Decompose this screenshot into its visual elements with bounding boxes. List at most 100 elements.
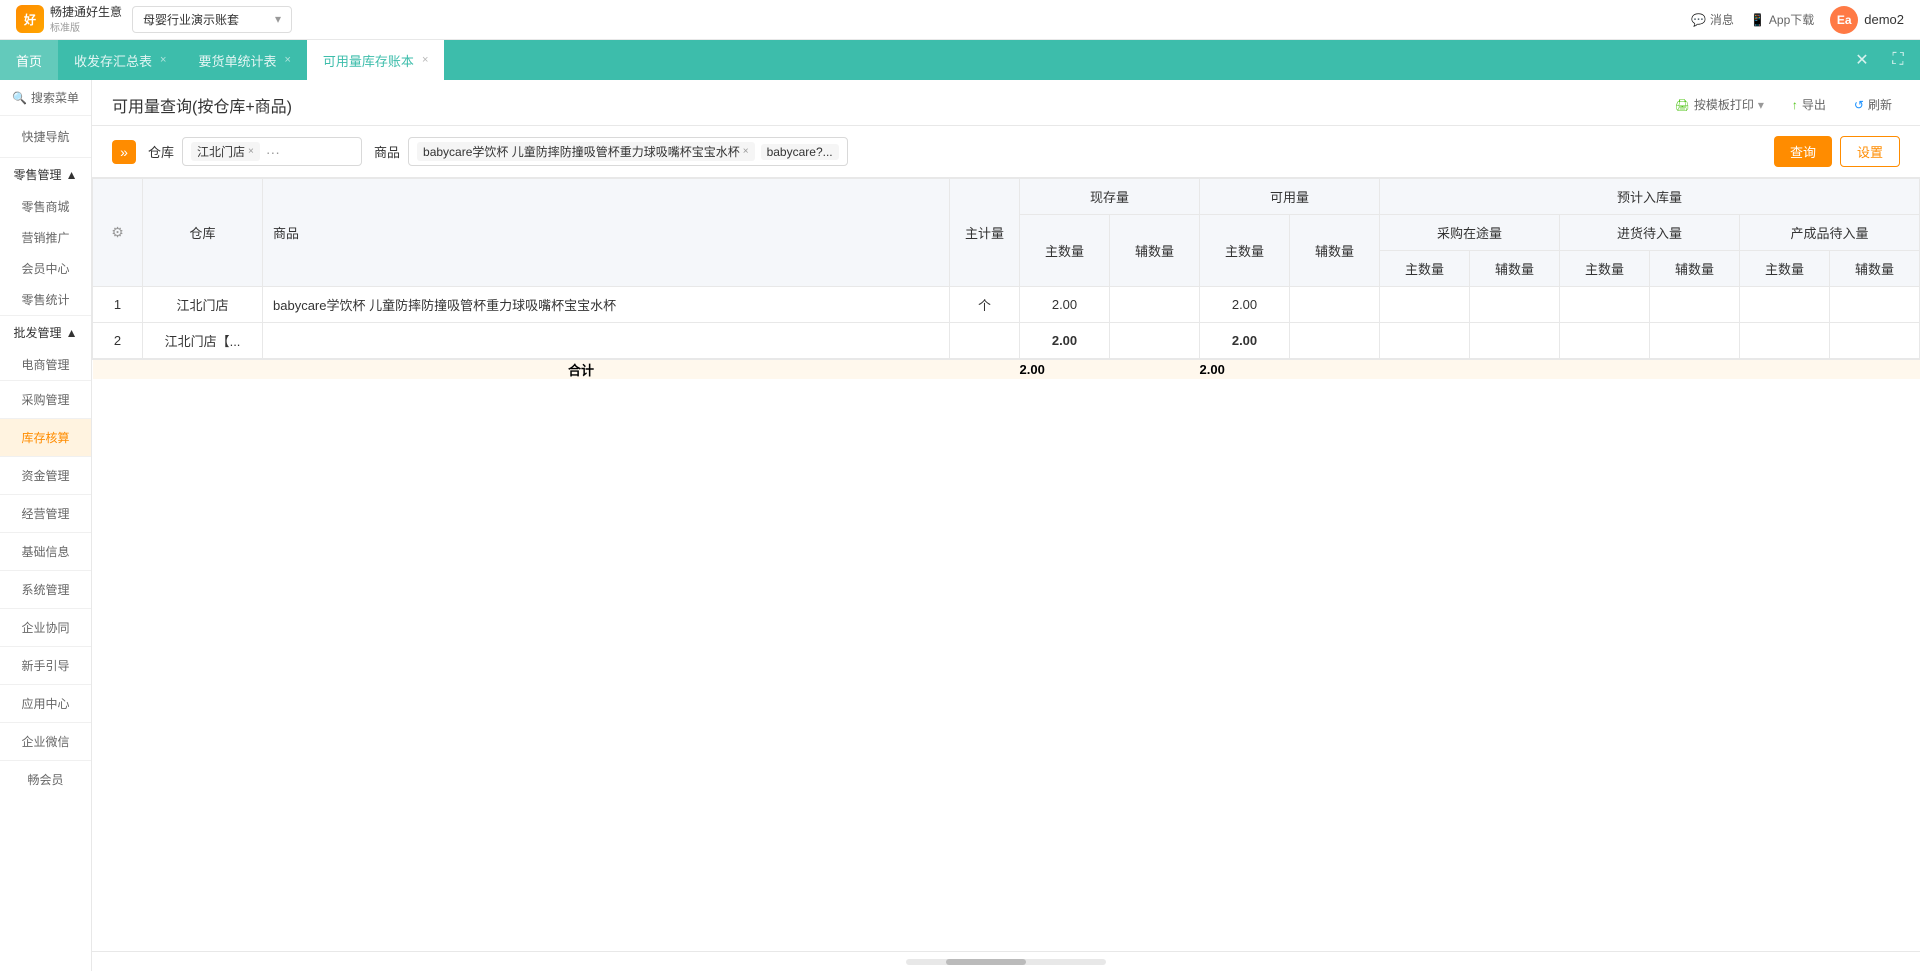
tenant-name: 母婴行业演示账套 xyxy=(143,11,239,28)
product-tag-1-label: babycare学饮杯 儿童防摔防撞吸管杯重力球吸嘴杯宝宝水杯 xyxy=(423,143,740,160)
row2-finished-main xyxy=(1740,323,1830,360)
table-row: 1 江北门店 babycare学饮杯 儿童防摔防撞吸管杯重力球吸嘴杯宝宝水杯 个… xyxy=(93,287,1920,323)
sidebar-item-member[interactable]: 畅会员 xyxy=(0,761,91,798)
tab-orders[interactable]: 要货单统计表 × xyxy=(182,40,306,80)
row1-warehouse: 江北门店 xyxy=(143,287,263,323)
warehouse-filter[interactable]: 江北门店 × ··· xyxy=(182,137,362,166)
sidebar-item-quick-nav[interactable]: 快捷导航 xyxy=(0,120,91,153)
row2-finished-aux xyxy=(1830,323,1920,360)
th-finished-aux: 辅数量 xyxy=(1830,251,1920,287)
product-tag-1-close[interactable]: × xyxy=(743,146,749,157)
row1-unit: 个 xyxy=(950,287,1020,323)
summary-p-aux xyxy=(1470,359,1560,379)
sidebar-item-ecommerce[interactable]: 电商管理 xyxy=(0,349,91,380)
sidebar-item-system[interactable]: 系统管理 xyxy=(0,571,91,609)
logo-text-block: 畅捷通好生意 标准版 xyxy=(50,5,122,34)
sidebar-item-stock[interactable]: 库存核算 xyxy=(0,419,91,457)
filter-expand-btn[interactable]: » xyxy=(112,140,136,164)
sidebar-item-appstore[interactable]: 应用中心 xyxy=(0,685,91,723)
logo-area: 好 畅捷通好生意 标准版 xyxy=(16,5,122,34)
sidebar-item-wechat[interactable]: 企业微信 xyxy=(0,723,91,761)
sidebar-item-retail-stats[interactable]: 零售统计 xyxy=(0,284,91,315)
sidebar-item-finance[interactable]: 资金管理 xyxy=(0,457,91,495)
scrollbar-track[interactable] xyxy=(906,959,1106,965)
sidebar-search[interactable]: 🔍 搜索菜单 xyxy=(0,80,91,116)
tab-inventory-close[interactable]: × xyxy=(422,54,428,66)
row2-incoming-aux xyxy=(1650,323,1740,360)
tab-orders-close[interactable]: × xyxy=(284,54,290,66)
sidebar-item-operations[interactable]: 经营管理 xyxy=(0,495,91,533)
th-stock-group: 现存量 xyxy=(1020,179,1200,215)
sidebar-item-enterprise[interactable]: 企业协同 xyxy=(0,609,91,647)
sidebar-item-retail-mall[interactable]: 零售商城 xyxy=(0,191,91,222)
avatar: Ea xyxy=(1830,6,1858,34)
tab-receipts[interactable]: 收发存汇总表 × xyxy=(58,40,182,80)
sidebar-item-marketing[interactable]: 营销推广 xyxy=(0,222,91,253)
warehouse-filter-group: 仓库 江北门店 × ··· xyxy=(148,137,362,166)
close-tab-btn[interactable]: ✕ xyxy=(1848,46,1876,74)
table-footer xyxy=(92,951,1920,971)
scrollbar-thumb[interactable] xyxy=(946,959,1026,965)
user-area[interactable]: Ea demo2 xyxy=(1830,6,1904,34)
table-wrapper: ⚙ 仓库 商品 主计量 现存量 可用量 预计入库量 主数量 辅数量 主数量 辅数… xyxy=(92,178,1920,951)
row1-avail-aux xyxy=(1290,287,1380,323)
product-filter[interactable]: babycare学饮杯 儿童防摔防撞吸管杯重力球吸嘴杯宝宝水杯 × babyca… xyxy=(408,137,848,166)
tab-inventory[interactable]: 可用量库存账本 × xyxy=(307,40,444,80)
logo-text: 畅捷通好生意 xyxy=(50,5,122,19)
sidebar-item-basic[interactable]: 基础信息 xyxy=(0,533,91,571)
warehouse-tag-label: 江北门店 xyxy=(197,143,245,160)
tenant-selector[interactable]: 母婴行业演示账套 ▾ xyxy=(132,6,292,33)
settings-btn[interactable]: 设置 xyxy=(1840,136,1900,167)
query-btn[interactable]: 查询 xyxy=(1774,136,1832,167)
row1-avail-main: 2.00 xyxy=(1200,287,1290,323)
th-forecast-group: 预计入库量 xyxy=(1380,179,1920,215)
print-btn[interactable]: 🖨 按模板打印 ▾ xyxy=(1667,92,1772,117)
top-bar-right: 💬 消息 📱 App下载 Ea demo2 xyxy=(1691,6,1904,34)
retail-label: 零售管理 xyxy=(14,166,62,183)
th-purchase-main: 主数量 xyxy=(1380,251,1470,287)
sidebar-section-wholesale-title[interactable]: 批发管理 ▲ xyxy=(0,316,91,349)
sidebar-section-retail: 零售管理 ▲ 零售商城 营销推广 会员中心 零售统计 xyxy=(0,158,91,316)
nav-tabs-controls: ✕ ⛶ xyxy=(1848,46,1920,74)
summary-row: 合计 2.00 2.00 xyxy=(93,359,1920,379)
username: demo2 xyxy=(1864,12,1904,27)
th-avail-group: 可用量 xyxy=(1200,179,1380,215)
th-incoming-pending: 进货待入量 xyxy=(1560,215,1740,251)
summary-label: 合计 xyxy=(143,359,1020,379)
row2-stock-main: 2.00 xyxy=(1020,323,1110,360)
product-filter-group: 商品 babycare学饮杯 儿童防摔防撞吸管杯重力球吸嘴杯宝宝水杯 × bab… xyxy=(374,137,848,166)
quick-nav-label: 快捷导航 xyxy=(21,128,69,145)
print-dropdown-icon: ▾ xyxy=(1758,98,1764,112)
th-finished-main: 主数量 xyxy=(1740,251,1830,287)
th-purchase-aux: 辅数量 xyxy=(1470,251,1560,287)
sidebar-section-retail-title[interactable]: 零售管理 ▲ xyxy=(0,158,91,191)
summary-f-main xyxy=(1740,359,1830,379)
th-stock-aux: 辅数量 xyxy=(1110,215,1200,287)
sidebar-item-newbie[interactable]: 新手引导 xyxy=(0,647,91,685)
app-download-btn[interactable]: 📱 App下载 xyxy=(1750,11,1814,28)
logo-sub: 标准版 xyxy=(50,19,122,34)
sidebar-item-purchase[interactable]: 采购管理 xyxy=(0,381,91,419)
retail-toggle-icon: ▲ xyxy=(66,168,78,182)
row1-stock-aux xyxy=(1110,287,1200,323)
th-unit: 主计量 xyxy=(950,179,1020,287)
summary-stock-main: 2.00 xyxy=(1020,359,1110,379)
tab-receipts-close[interactable]: × xyxy=(160,54,166,66)
refresh-btn[interactable]: ↺ 刷新 xyxy=(1846,92,1900,117)
summary-stock-aux xyxy=(1110,359,1200,379)
sidebar-section-wholesale: 批发管理 ▲ 电商管理 xyxy=(0,316,91,381)
refresh-icon: ↺ xyxy=(1854,98,1864,112)
tab-home[interactable]: 首页 xyxy=(0,40,58,80)
sidebar-item-member-center[interactable]: 会员中心 xyxy=(0,253,91,284)
app-download-icon: 📱 xyxy=(1750,13,1765,27)
warehouse-tag-close[interactable]: × xyxy=(248,146,254,157)
export-btn[interactable]: ↑ 导出 xyxy=(1784,92,1834,117)
th-product: 商品 xyxy=(263,179,950,287)
sidebar: 🔍 搜索菜单 快捷导航 零售管理 ▲ 零售商城 营销推广 会员中心 零售统计 批… xyxy=(0,80,92,971)
maximize-btn[interactable]: ⛶ xyxy=(1884,46,1912,74)
row1-finished-aux xyxy=(1830,287,1920,323)
product-label: 商品 xyxy=(374,142,400,161)
message-btn[interactable]: 💬 消息 xyxy=(1691,11,1734,28)
gear-button[interactable]: ⚙ xyxy=(111,224,124,241)
logo-icon: 好 xyxy=(16,5,44,33)
